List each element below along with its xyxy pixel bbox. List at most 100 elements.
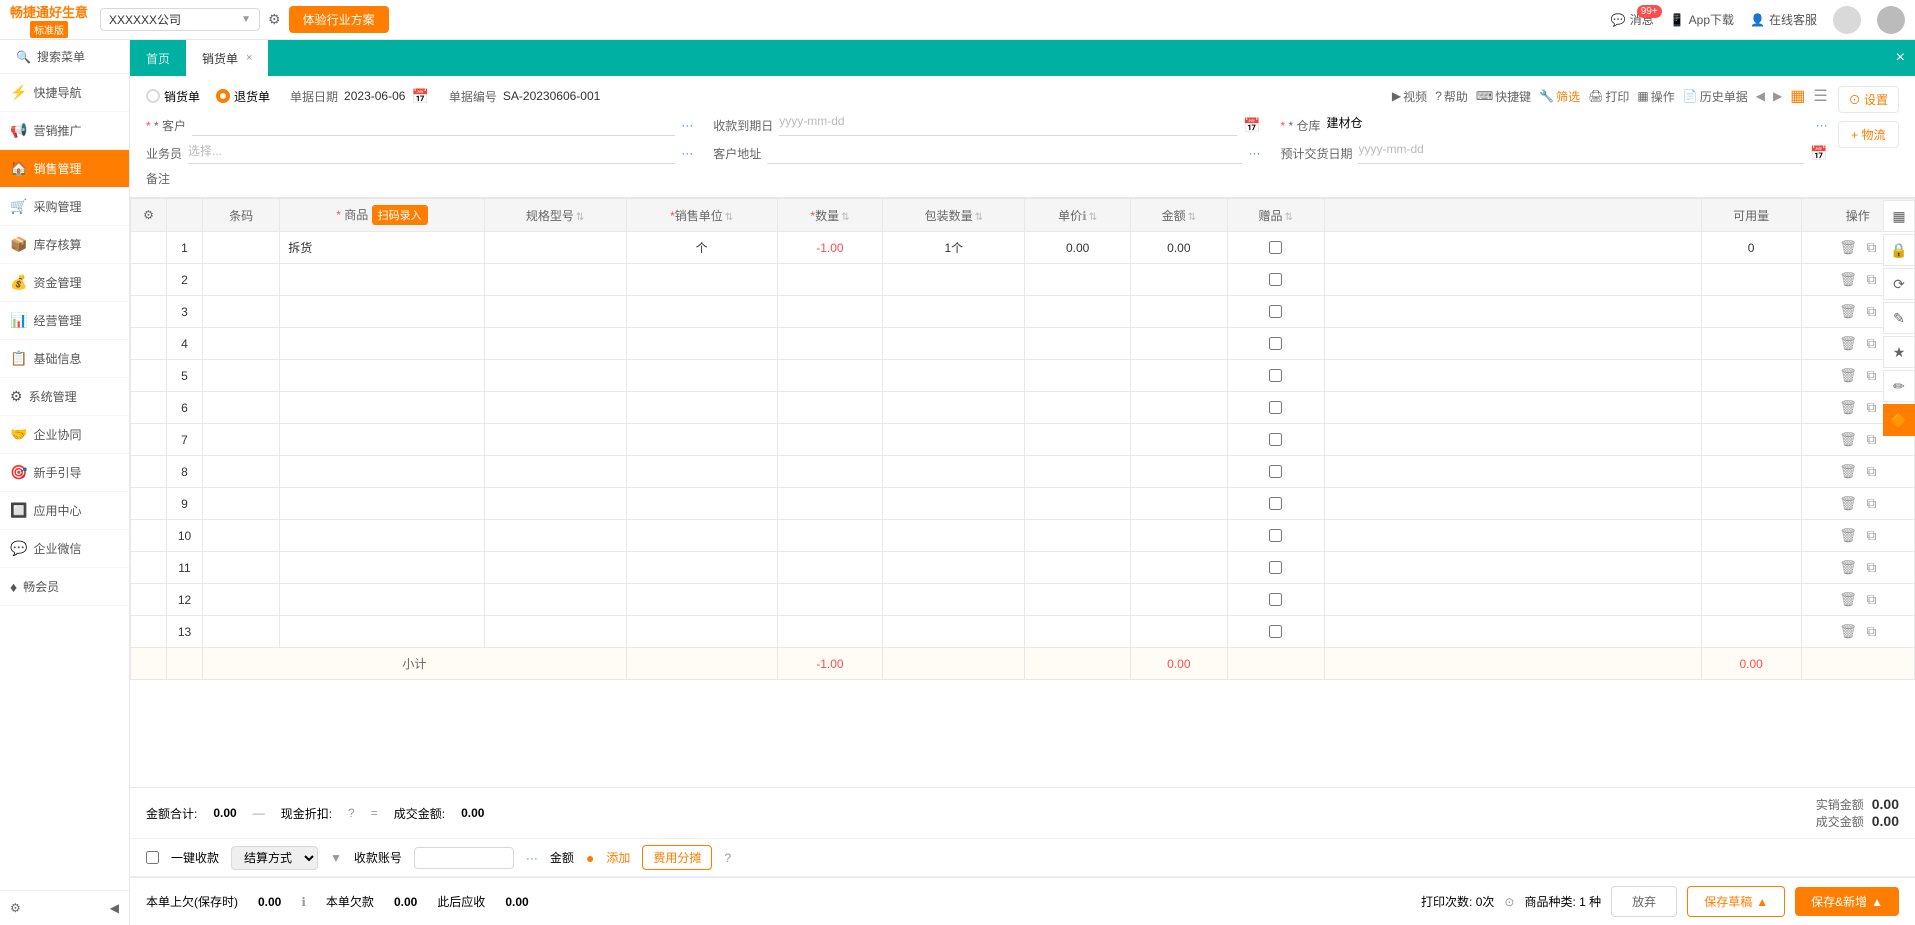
copy-icon[interactable]: ⧉ bbox=[1866, 335, 1876, 351]
row-product[interactable] bbox=[280, 392, 484, 424]
save-new-button[interactable]: 保存&新增 ▲ bbox=[1795, 887, 1899, 916]
row-quantity[interactable] bbox=[777, 392, 883, 424]
row-product[interactable] bbox=[280, 296, 484, 328]
online-service-item[interactable]: 👤 在线客服 bbox=[1750, 11, 1817, 28]
row-spec[interactable] bbox=[484, 456, 626, 488]
tab-close-icon[interactable]: × bbox=[246, 52, 252, 64]
float-btn-3[interactable]: ⟳ bbox=[1883, 268, 1915, 300]
row-barcode[interactable] bbox=[203, 232, 280, 264]
add-payment-label[interactable]: 添加 bbox=[606, 849, 630, 866]
sidebar-item-wechat[interactable]: 💬 企业微信 bbox=[0, 530, 129, 568]
user-avatar[interactable] bbox=[1833, 6, 1861, 34]
row-remarks[interactable] bbox=[1324, 488, 1701, 520]
sidebar-settings-icon[interactable]: ⚙ bbox=[10, 901, 21, 915]
gift-checkbox[interactable] bbox=[1269, 433, 1282, 446]
row-unit[interactable] bbox=[626, 520, 777, 552]
row-unit[interactable] bbox=[626, 360, 777, 392]
row-amount[interactable] bbox=[1130, 264, 1227, 296]
copy-icon[interactable]: ⧉ bbox=[1866, 495, 1876, 511]
row-spec[interactable] bbox=[484, 232, 626, 264]
row-pack-qty[interactable] bbox=[883, 424, 1025, 456]
row-price[interactable] bbox=[1025, 616, 1130, 648]
delivery-calendar-icon[interactable]: 📅 bbox=[1810, 145, 1827, 162]
row-unit[interactable] bbox=[626, 552, 777, 584]
delete-icon[interactable]: 🗑 bbox=[1839, 367, 1857, 383]
row-price[interactable] bbox=[1025, 360, 1130, 392]
row-unit[interactable]: 个 bbox=[626, 232, 777, 264]
row-remarks[interactable] bbox=[1324, 552, 1701, 584]
nav-prev-icon[interactable]: ◀ bbox=[1756, 89, 1765, 103]
delete-icon[interactable]: 🗑 bbox=[1839, 495, 1857, 511]
float-btn-1[interactable]: ▦ bbox=[1883, 200, 1915, 232]
row-barcode[interactable] bbox=[203, 520, 280, 552]
row-amount[interactable] bbox=[1130, 520, 1227, 552]
row-unit[interactable] bbox=[626, 616, 777, 648]
row-product[interactable] bbox=[280, 552, 484, 584]
gift-checkbox[interactable] bbox=[1269, 593, 1282, 606]
copy-icon[interactable]: ⧉ bbox=[1866, 463, 1876, 479]
row-unit[interactable] bbox=[626, 392, 777, 424]
row-price[interactable] bbox=[1025, 552, 1130, 584]
row-price[interactable] bbox=[1025, 264, 1130, 296]
payment-method-dropdown[interactable]: ▼ bbox=[330, 851, 342, 865]
cumulative-owed-info[interactable]: ℹ bbox=[301, 895, 306, 909]
delete-icon[interactable]: 🗑 bbox=[1839, 463, 1857, 479]
row-remarks[interactable] bbox=[1324, 424, 1701, 456]
row-amount[interactable] bbox=[1130, 328, 1227, 360]
delete-icon[interactable]: 🗑 bbox=[1839, 271, 1857, 287]
row-gift[interactable] bbox=[1227, 584, 1324, 616]
row-barcode[interactable] bbox=[203, 584, 280, 616]
row-unit[interactable] bbox=[626, 264, 777, 296]
row-quantity[interactable] bbox=[777, 264, 883, 296]
sidebar-item-enterprise[interactable]: 🤝 企业协同 bbox=[0, 416, 129, 454]
row-product[interactable]: 拆货 bbox=[280, 232, 484, 264]
delete-icon[interactable]: 🗑 bbox=[1839, 559, 1857, 575]
user-avatar-2[interactable] bbox=[1877, 6, 1905, 34]
row-pack-qty[interactable] bbox=[883, 392, 1025, 424]
row-unit[interactable] bbox=[626, 584, 777, 616]
row-gift[interactable] bbox=[1227, 264, 1324, 296]
row-quantity[interactable] bbox=[777, 360, 883, 392]
copy-icon[interactable]: ⧉ bbox=[1866, 399, 1876, 415]
row-gift[interactable] bbox=[1227, 296, 1324, 328]
nav-next-icon[interactable]: ▶ bbox=[1773, 89, 1782, 103]
row-quantity[interactable] bbox=[777, 456, 883, 488]
tab-close-all-icon[interactable]: × bbox=[1896, 49, 1905, 67]
operation-link[interactable]: ▦ 操作 bbox=[1637, 88, 1674, 105]
row-amount[interactable] bbox=[1130, 392, 1227, 424]
row-quantity[interactable] bbox=[777, 616, 883, 648]
row-gift[interactable] bbox=[1227, 616, 1324, 648]
gift-checkbox[interactable] bbox=[1269, 625, 1282, 638]
date-calendar-icon[interactable]: 📅 bbox=[411, 88, 428, 105]
row-price[interactable] bbox=[1025, 584, 1130, 616]
delete-icon[interactable]: 🗑 bbox=[1839, 623, 1857, 639]
row-pack-qty[interactable] bbox=[883, 616, 1025, 648]
video-link[interactable]: ▶ 视频 bbox=[1392, 88, 1427, 105]
row-remarks[interactable] bbox=[1324, 520, 1701, 552]
row-amount[interactable] bbox=[1130, 616, 1227, 648]
filter-link[interactable]: 🔧 筛选 bbox=[1539, 88, 1580, 105]
radio-return[interactable]: 退货单 bbox=[216, 88, 270, 105]
gift-checkbox[interactable] bbox=[1269, 241, 1282, 254]
row-barcode[interactable] bbox=[203, 488, 280, 520]
sidebar-item-finance[interactable]: 💰 资金管理 bbox=[0, 264, 129, 302]
row-barcode[interactable] bbox=[203, 456, 280, 488]
row-unit[interactable] bbox=[626, 328, 777, 360]
row-product[interactable] bbox=[280, 456, 484, 488]
add-payment-icon[interactable]: ● bbox=[586, 850, 594, 866]
row-quantity[interactable] bbox=[777, 424, 883, 456]
row-spec[interactable] bbox=[484, 264, 626, 296]
sidebar-item-basic[interactable]: 📋 基础信息 bbox=[0, 340, 129, 378]
row-product[interactable] bbox=[280, 360, 484, 392]
radio-sales[interactable]: 销货单 bbox=[146, 88, 200, 105]
col-settings-icon[interactable]: ⚙ bbox=[143, 208, 154, 222]
sidebar-item-quick-nav[interactable]: ⚡ 快捷导航 bbox=[0, 74, 129, 112]
product-type-info[interactable]: ⊙ bbox=[1504, 895, 1514, 909]
row-quantity[interactable] bbox=[777, 584, 883, 616]
delete-icon[interactable]: 🗑 bbox=[1839, 239, 1857, 255]
delete-icon[interactable]: 🗑 bbox=[1839, 335, 1857, 351]
expense-btn[interactable]: 费用分摊 bbox=[642, 845, 712, 870]
row-gift[interactable] bbox=[1227, 552, 1324, 584]
row-spec[interactable] bbox=[484, 424, 626, 456]
delete-icon[interactable]: 🗑 bbox=[1839, 591, 1857, 607]
